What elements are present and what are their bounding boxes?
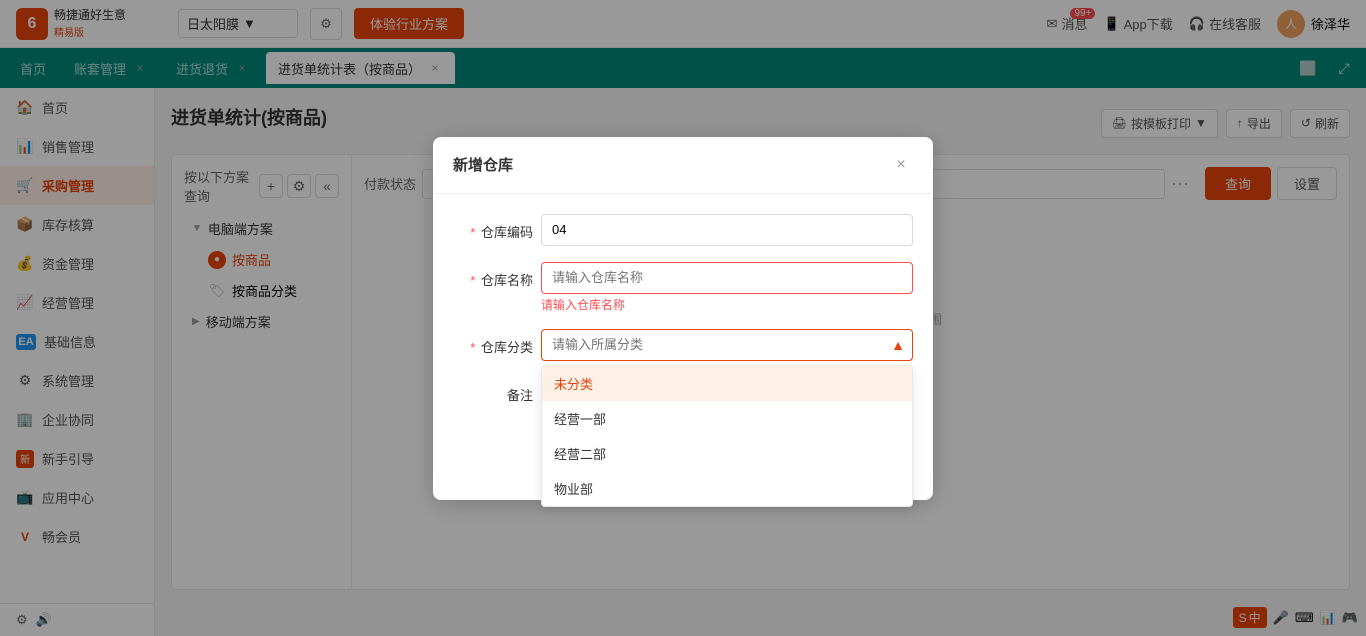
dialog-close-button[interactable]: × <box>889 153 913 177</box>
dropdown-item-dept2[interactable]: 经营二部 <box>542 436 912 471</box>
overlay: 新增仓库 × * 仓库编码 * 仓库名称 <box>0 0 1366 636</box>
category-input[interactable] <box>541 329 913 361</box>
add-warehouse-dialog: 新增仓库 × * 仓库编码 * 仓库名称 <box>433 137 933 500</box>
code-field-row: * 仓库编码 <box>453 214 913 246</box>
category-dropdown: 未分类 经营一部 经营二部 物业部 <box>541 365 913 507</box>
dropdown-item-property[interactable]: 物业部 <box>542 471 912 506</box>
category-label: * 仓库分类 <box>453 329 533 356</box>
category-field-row: * 仓库分类 ▲ 未分类 经营一部 经营二部 物业部 <box>453 329 913 361</box>
chevron-up-icon[interactable]: ▲ <box>891 337 905 353</box>
name-input[interactable] <box>541 262 913 294</box>
dropdown-item-none[interactable]: 未分类 <box>542 366 912 401</box>
code-input[interactable] <box>541 214 913 246</box>
code-label: * 仓库编码 <box>453 214 533 241</box>
name-error-msg: 请输入仓库名称 <box>541 296 913 313</box>
name-field-row: * 仓库名称 请输入仓库名称 <box>453 262 913 313</box>
code-input-wrap <box>541 214 913 246</box>
category-input-wrap: ▲ 未分类 经营一部 经营二部 物业部 <box>541 329 913 361</box>
name-label: * 仓库名称 <box>453 262 533 289</box>
dialog-title: 新增仓库 <box>453 154 513 175</box>
note-label: 备注 <box>453 377 533 404</box>
dialog-header: 新增仓库 × <box>433 137 933 194</box>
dialog-body: * 仓库编码 * 仓库名称 请输入仓库名称 <box>433 194 933 445</box>
dropdown-item-dept1[interactable]: 经营一部 <box>542 401 912 436</box>
name-input-wrap: 请输入仓库名称 <box>541 262 913 313</box>
